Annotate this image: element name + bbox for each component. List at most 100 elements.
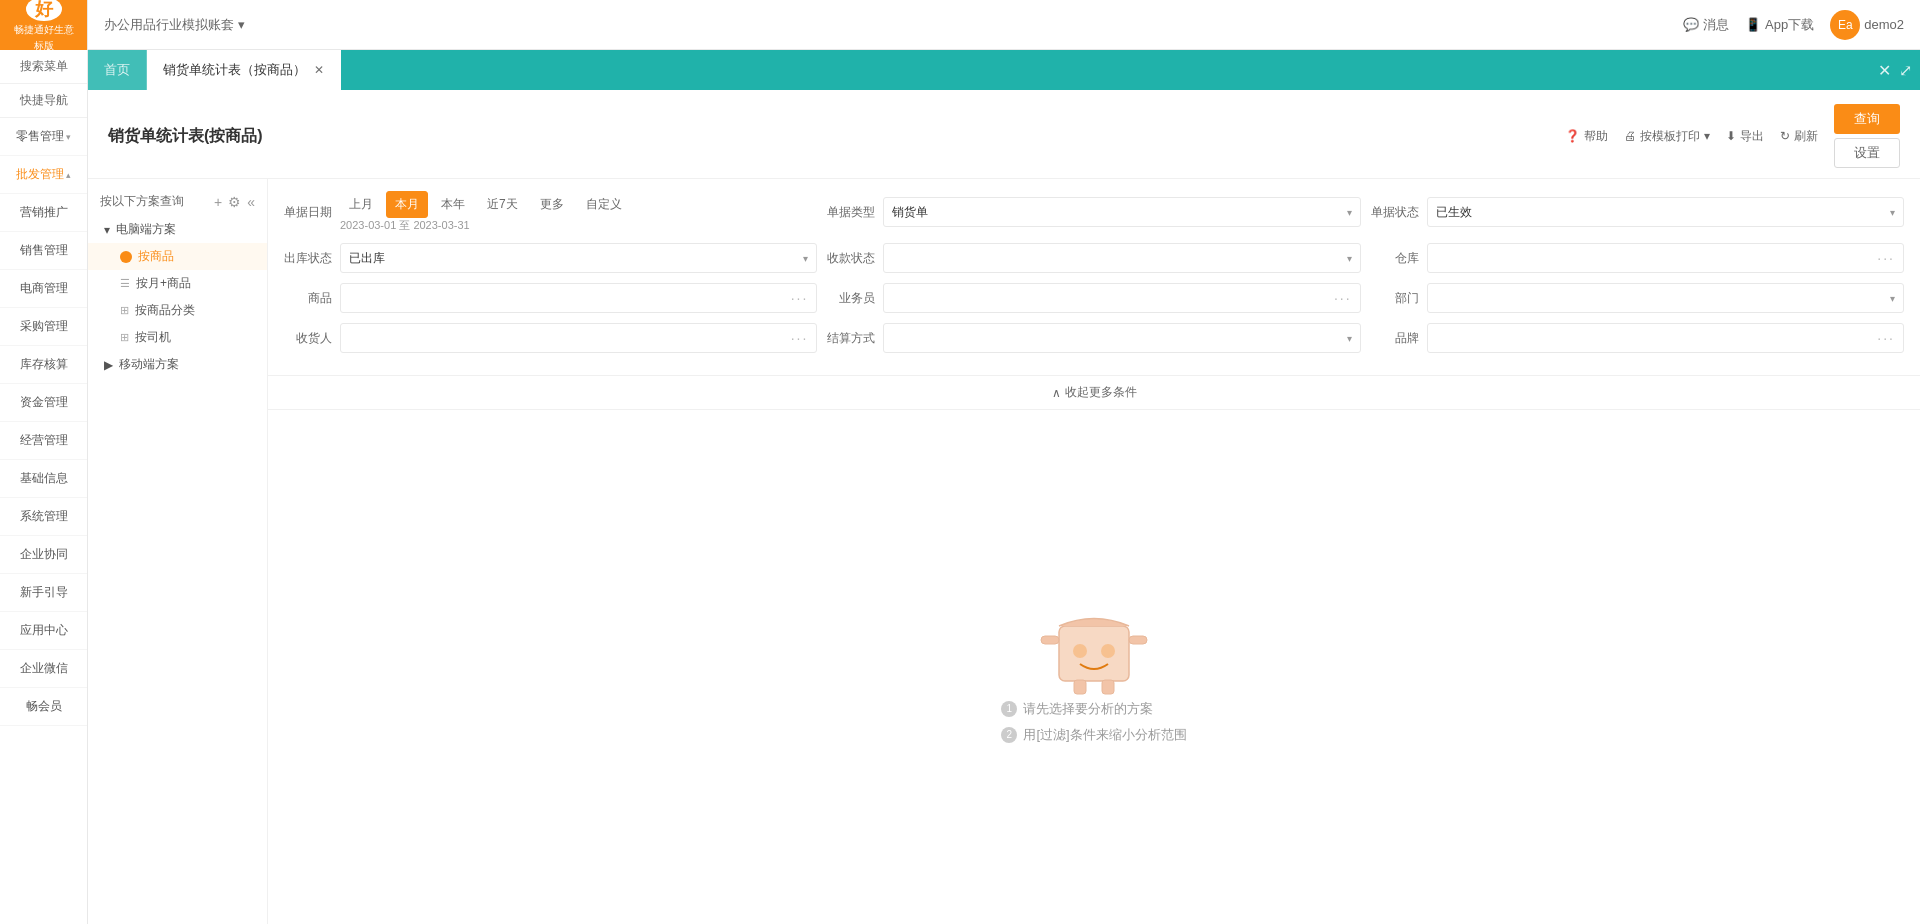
doc-status-label: 单据状态 (1371, 204, 1427, 221)
app-logo[interactable]: 好 畅捷通好生意 标版 (0, 0, 87, 50)
breadcrumb-dropdown[interactable]: 办公用品行业模拟账套 ▾ (104, 16, 245, 34)
export-btn[interactable]: ⬇ 导出 (1726, 128, 1764, 145)
app-download-btn[interactable]: 📱 App下载 (1745, 16, 1814, 34)
product-control[interactable]: ··· (340, 283, 817, 313)
sidebar-item-finance[interactable]: 资金管理 (0, 384, 87, 422)
doc-type-chevron: ▾ (1347, 207, 1352, 218)
doc-status-control[interactable]: 已生效 ▾ (1427, 197, 1904, 227)
left-panel-header: 按以下方案查询 + ⚙ « (88, 187, 267, 216)
tab-report[interactable]: 销货单统计表（按商品） ✕ (147, 50, 341, 90)
left-panel: 按以下方案查询 + ⚙ « ▾ 电脑端方案 按商品 (88, 179, 268, 924)
filter-row-2: 出库状态 已出库 ▾ 收款状态 (284, 243, 1904, 273)
sidebar-item-operations[interactable]: 经营管理 (0, 422, 87, 460)
tree-item-by-product[interactable]: 按商品 (88, 243, 267, 270)
sidebar-item-inventory[interactable]: 库存核算 (0, 346, 87, 384)
doc-type-control[interactable]: 销货单 ▾ (883, 197, 1360, 227)
tip2-text: 用[过滤]条件来缩小分析范围 (1023, 722, 1186, 748)
pay-status-control[interactable]: ▾ (883, 243, 1360, 273)
tab-expand-icon[interactable]: ⤢ (1899, 61, 1912, 80)
sidebar-item-purchase[interactable]: 采购管理 (0, 308, 87, 346)
tree-item-by-cashier[interactable]: ⊞ 按司机 (88, 324, 267, 351)
sidebar-item-label: 资金管理 (20, 395, 68, 409)
tree-group-label: 电脑端方案 (116, 221, 176, 238)
tab-home[interactable]: 首页 (88, 50, 147, 90)
sidebar-search[interactable]: 搜索菜单 (0, 50, 87, 84)
collapse-icon: ∧ (1052, 386, 1061, 400)
sidebar-item-wholesale[interactable]: 批发管理 ▴ (0, 156, 87, 194)
sidebar-item-new-guide[interactable]: 新手引导 (0, 574, 87, 612)
tab-close-icon[interactable]: ✕ (314, 63, 324, 77)
sidebar-item-member[interactable]: 畅会员 (0, 688, 87, 726)
message-btn[interactable]: 💬 消息 (1683, 16, 1729, 34)
date-btn-custom[interactable]: 自定义 (577, 191, 631, 218)
breadcrumb-text: 办公用品行业模拟账套 (104, 16, 234, 34)
collapse-filters-btn[interactable]: ∧ 收起更多条件 (268, 376, 1920, 410)
sidebar-item-label: 系统管理 (20, 509, 68, 523)
help-btn[interactable]: ❓ 帮助 (1565, 128, 1608, 145)
settings-button[interactable]: 设置 (1834, 138, 1900, 168)
tree-group-pc[interactable]: ▾ 电脑端方案 (88, 216, 267, 243)
product-input[interactable]: ··· (340, 283, 817, 313)
help-icon: ❓ (1565, 129, 1580, 143)
sidebar-item-label: 畅会员 (26, 699, 62, 713)
payment-select[interactable]: ▾ (883, 323, 1360, 353)
collapse-label: 收起更多条件 (1065, 384, 1137, 401)
date-btn-more[interactable]: 更多 (531, 191, 573, 218)
sidebar-nav: 零售管理 ▾ 批发管理 ▴ 营销推广 销售管理 电商管理 采购管理 库存核算 资… (0, 118, 87, 924)
consignee-control[interactable]: ··· (340, 323, 817, 353)
refresh-btn[interactable]: ↻ 刷新 (1780, 128, 1818, 145)
user-profile[interactable]: Ea demo2 (1830, 10, 1904, 40)
salesman-control[interactable]: ··· (883, 283, 1360, 313)
sidebar-item-label: 企业协同 (20, 547, 68, 561)
product-label: 商品 (284, 290, 340, 307)
sidebar-item-app-center[interactable]: 应用中心 (0, 612, 87, 650)
warehouse-control[interactable]: ··· (1427, 243, 1904, 273)
refresh-label: 刷新 (1794, 128, 1818, 145)
consignee-input[interactable]: ··· (340, 323, 817, 353)
doc-status-select[interactable]: 已生效 ▾ (1427, 197, 1904, 227)
date-btn-this-year[interactable]: 本年 (432, 191, 474, 218)
brand-input[interactable]: ··· (1427, 323, 1904, 353)
logo-icon: 好 (26, 0, 62, 21)
collapse-panel-icon[interactable]: « (247, 194, 255, 210)
dept-select[interactable]: ▾ (1427, 283, 1904, 313)
svg-rect-0 (1059, 626, 1129, 681)
chevron-down-icon: ▾ (66, 132, 71, 142)
sidebar-item-retail[interactable]: 零售管理 ▾ (0, 118, 87, 156)
settings-scheme-icon[interactable]: ⚙ (228, 194, 241, 210)
warehouse-input[interactable]: ··· (1427, 243, 1904, 273)
tab-close-all-icon[interactable]: ✕ (1878, 61, 1891, 80)
tree-item-by-month-product[interactable]: ☰ 按月+商品 (88, 270, 267, 297)
tab-report-label: 销货单统计表（按商品） (163, 61, 306, 79)
sidebar-item-corp-collab[interactable]: 企业协同 (0, 536, 87, 574)
sidebar-item-system[interactable]: 系统管理 (0, 498, 87, 536)
date-btn-this-month[interactable]: 本月 (386, 191, 428, 218)
doc-type-select[interactable]: 销货单 ▾ (883, 197, 1360, 227)
filter-warehouse: 仓库 ··· (1371, 243, 1904, 273)
sidebar-item-basic[interactable]: 基础信息 (0, 460, 87, 498)
sidebar-quicknav[interactable]: 快捷导航 (0, 84, 87, 118)
doc-status-chevron: ▾ (1890, 207, 1895, 218)
date-btn-last-month[interactable]: 上月 (340, 191, 382, 218)
download-icon: 📱 (1745, 17, 1761, 32)
query-button[interactable]: 查询 (1834, 104, 1900, 134)
payment-control[interactable]: ▾ (883, 323, 1360, 353)
sidebar-item-marketing[interactable]: 营销推广 (0, 194, 87, 232)
page-title: 销货单统计表(按商品) (108, 126, 263, 147)
out-status-select[interactable]: 已出库 ▾ (340, 243, 817, 273)
pay-status-select[interactable]: ▾ (883, 243, 1360, 273)
dept-control[interactable]: ▾ (1427, 283, 1904, 313)
print-btn[interactable]: 🖨 按模板打印 ▾ (1624, 128, 1710, 145)
sidebar-item-sales[interactable]: 销售管理 (0, 232, 87, 270)
print-icon: 🖨 (1624, 129, 1636, 143)
sidebar-item-corp-wechat[interactable]: 企业微信 (0, 650, 87, 688)
out-status-control[interactable]: 已出库 ▾ (340, 243, 817, 273)
sidebar-item-ecommerce[interactable]: 电商管理 (0, 270, 87, 308)
add-scheme-icon[interactable]: + (214, 194, 222, 210)
salesman-input[interactable]: ··· (883, 283, 1360, 313)
date-btn-7days[interactable]: 近7天 (478, 191, 527, 218)
brand-control[interactable]: ··· (1427, 323, 1904, 353)
tip1-text: 请先选择要分析的方案 (1023, 696, 1153, 722)
tree-item-by-category[interactable]: ⊞ 按商品分类 (88, 297, 267, 324)
tree-group-mobile[interactable]: ▶ 移动端方案 (88, 351, 267, 378)
